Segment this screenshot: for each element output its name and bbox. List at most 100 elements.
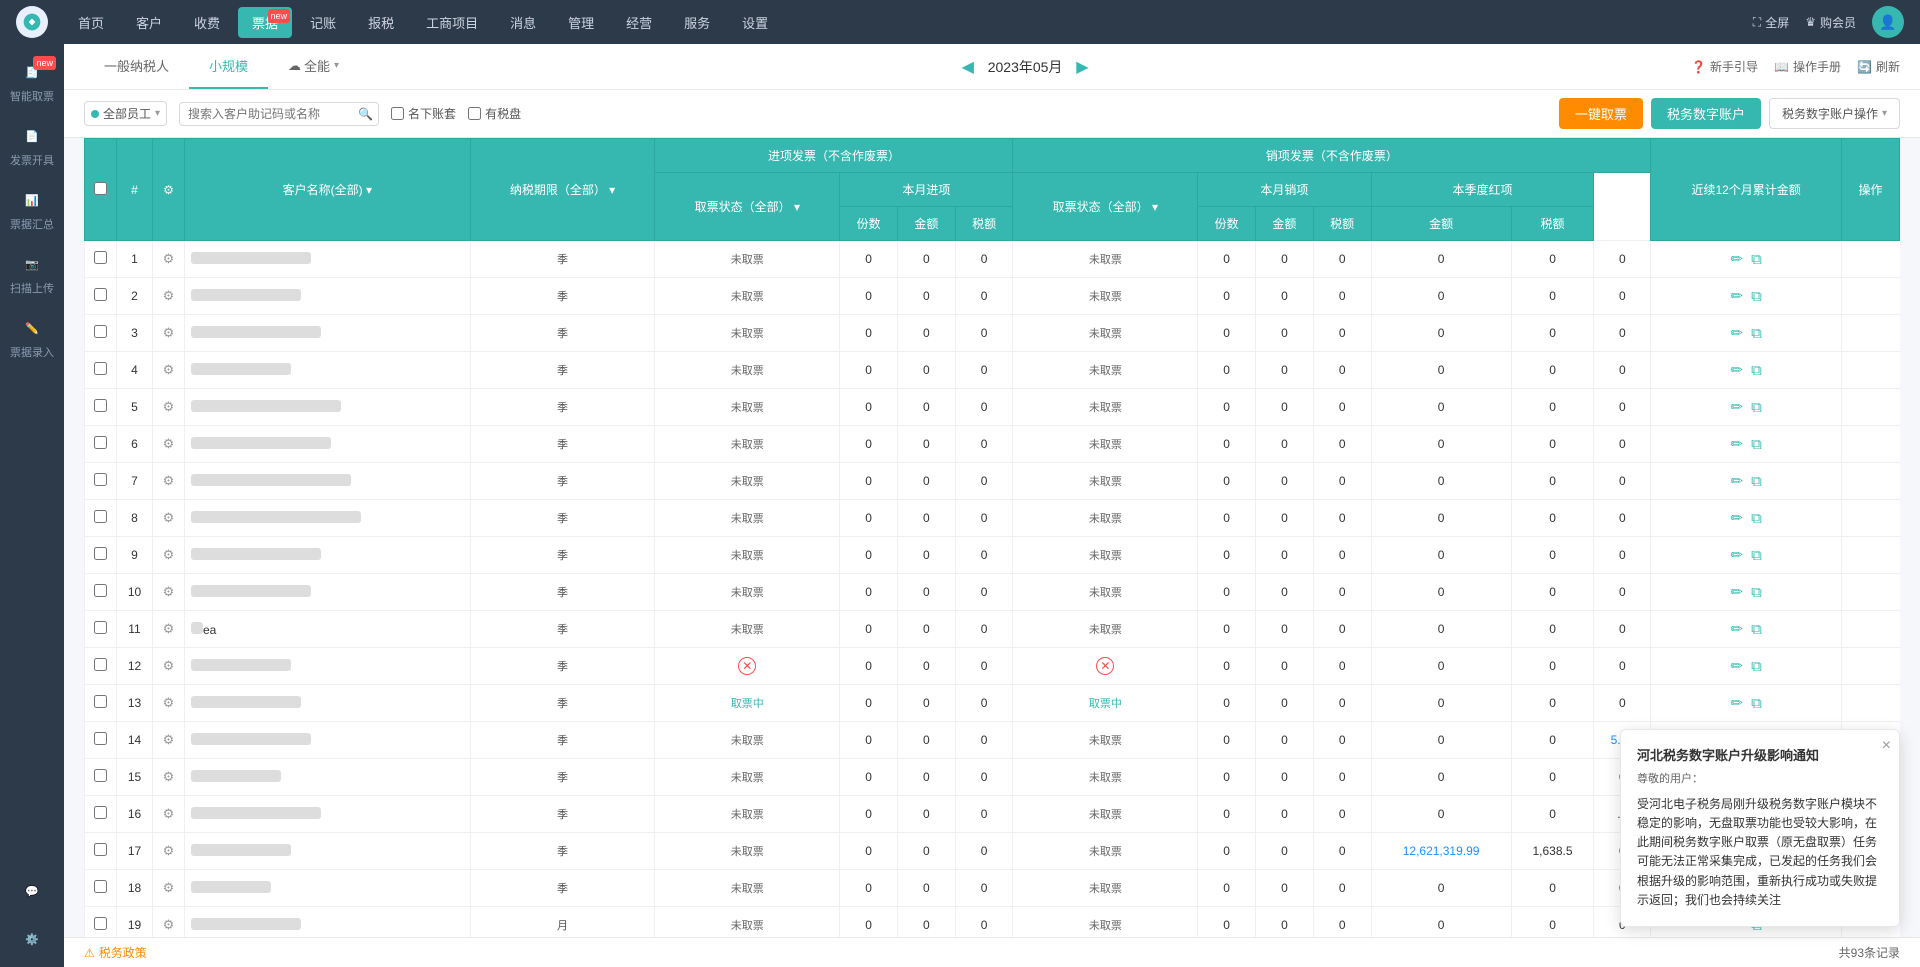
row-checkbox[interactable] bbox=[94, 732, 107, 745]
edit-btn[interactable]: ✏ bbox=[1728, 322, 1745, 344]
sidebar-item-scan-upload[interactable]: 📷 扫描上传 bbox=[4, 244, 60, 304]
search-icon[interactable]: 🔍 bbox=[358, 107, 373, 121]
edit-btn[interactable]: ✏ bbox=[1728, 507, 1745, 529]
nav-item-home[interactable]: 首页 bbox=[64, 7, 118, 38]
nav-item-settings[interactable]: 设置 bbox=[728, 7, 782, 38]
new-guide-btn[interactable]: ❓ 新手引导 bbox=[1691, 58, 1758, 75]
th-output-status[interactable]: 取票状态（全部） ▾ bbox=[1013, 173, 1198, 241]
copy-btn[interactable]: ⧉ bbox=[1749, 619, 1764, 640]
edit-btn[interactable]: ✏ bbox=[1728, 544, 1745, 566]
row-setting-icon[interactable]: ⚙ bbox=[163, 399, 175, 414]
nav-item-operation[interactable]: 经营 bbox=[612, 7, 666, 38]
nav-item-fee[interactable]: 收费 bbox=[180, 7, 234, 38]
row-checkbox[interactable] bbox=[94, 288, 107, 301]
fullscreen-btn[interactable]: ⛶ 全屏 bbox=[1753, 14, 1789, 31]
row-setting-icon[interactable]: ⚙ bbox=[163, 584, 175, 599]
row-checkbox[interactable] bbox=[94, 510, 107, 523]
refresh-btn[interactable]: 🔄 刷新 bbox=[1857, 58, 1900, 75]
copy-btn[interactable]: ⧉ bbox=[1749, 397, 1764, 418]
row-setting-icon[interactable]: ⚙ bbox=[163, 695, 175, 710]
th-client-name[interactable]: 客户名称(全部) ▾ bbox=[185, 139, 471, 241]
row-setting-icon[interactable]: ⚙ bbox=[163, 251, 175, 266]
row-checkbox[interactable] bbox=[94, 843, 107, 856]
nav-item-message[interactable]: 消息 bbox=[496, 7, 550, 38]
prev-month-btn[interactable]: ◀ bbox=[956, 55, 980, 79]
edit-btn[interactable]: ✏ bbox=[1728, 470, 1745, 492]
row-setting-icon[interactable]: ⚙ bbox=[163, 510, 175, 525]
copy-btn[interactable]: ⧉ bbox=[1749, 249, 1764, 270]
copy-btn[interactable]: ⧉ bbox=[1749, 323, 1764, 344]
row-setting-icon[interactable]: ⚙ bbox=[163, 880, 175, 895]
edit-btn[interactable]: ✏ bbox=[1728, 655, 1745, 677]
row-setting-icon[interactable]: ⚙ bbox=[163, 473, 175, 488]
notification-close-btn[interactable]: × bbox=[1882, 738, 1891, 754]
copy-btn[interactable]: ⧉ bbox=[1749, 582, 1764, 603]
row-checkbox[interactable] bbox=[94, 547, 107, 560]
select-all-checkbox[interactable] bbox=[94, 182, 107, 195]
row-checkbox[interactable] bbox=[94, 880, 107, 893]
row-checkbox[interactable] bbox=[94, 473, 107, 486]
nav-item-tax[interactable]: 报税 bbox=[354, 7, 408, 38]
row-checkbox[interactable] bbox=[94, 584, 107, 597]
row-checkbox[interactable] bbox=[94, 621, 107, 634]
tax-digital-btn[interactable]: 税务数字账户 bbox=[1651, 98, 1761, 129]
row-setting-icon[interactable]: ⚙ bbox=[163, 621, 175, 636]
copy-btn[interactable]: ⧉ bbox=[1749, 434, 1764, 455]
row-setting-icon[interactable]: ⚙ bbox=[163, 843, 175, 858]
row-checkbox[interactable] bbox=[94, 325, 107, 338]
sidebar-item-ticket-summary[interactable]: 📊 票据汇总 bbox=[4, 180, 60, 240]
output-status-error-icon[interactable]: ✕ bbox=[1096, 657, 1114, 675]
edit-btn[interactable]: ✏ bbox=[1728, 285, 1745, 307]
row-checkbox[interactable] bbox=[94, 806, 107, 819]
row-checkbox[interactable] bbox=[94, 362, 107, 375]
copy-btn[interactable]: ⧉ bbox=[1749, 360, 1764, 381]
nav-item-service[interactable]: 服务 bbox=[670, 7, 724, 38]
input-status-error-icon[interactable]: ✕ bbox=[738, 657, 756, 675]
user-avatar[interactable]: 👤 bbox=[1872, 6, 1904, 38]
search-input[interactable] bbox=[179, 102, 379, 126]
red-amount-link[interactable]: 12,621,319.99 bbox=[1403, 844, 1480, 858]
nav-item-bookkeeping[interactable]: 记账 bbox=[296, 7, 350, 38]
copy-btn[interactable]: ⧉ bbox=[1749, 545, 1764, 566]
row-setting-icon[interactable]: ⚙ bbox=[163, 288, 175, 303]
one-click-ticket-btn[interactable]: 一键取票 bbox=[1559, 98, 1643, 129]
row-setting-icon[interactable]: ⚙ bbox=[163, 325, 175, 340]
tax-policy-link[interactable]: ⚠ 税务政策 bbox=[84, 944, 147, 961]
employee-select[interactable]: 全部员工 ▾ bbox=[84, 101, 167, 126]
next-month-btn[interactable]: ▶ bbox=[1070, 55, 1094, 79]
row-setting-icon[interactable]: ⚙ bbox=[163, 732, 175, 747]
row-checkbox[interactable] bbox=[94, 769, 107, 782]
sub-tab-general[interactable]: 一般纳税人 bbox=[84, 44, 189, 89]
edit-btn[interactable]: ✏ bbox=[1728, 359, 1745, 381]
row-setting-icon[interactable]: ⚙ bbox=[163, 917, 175, 932]
row-setting-icon[interactable]: ⚙ bbox=[163, 806, 175, 821]
row-setting-icon[interactable]: ⚙ bbox=[163, 769, 175, 784]
row-checkbox[interactable] bbox=[94, 917, 107, 930]
account-checkbox-label[interactable]: 名下账套 bbox=[391, 105, 456, 122]
tax-disk-checkbox[interactable] bbox=[468, 107, 481, 120]
sidebar-item-smart-ticket[interactable]: 🧾 智能取票 new bbox=[4, 52, 60, 112]
row-checkbox[interactable] bbox=[94, 436, 107, 449]
copy-btn[interactable]: ⧉ bbox=[1749, 656, 1764, 677]
sub-tab-all[interactable]: ☁ 全能 ▾ bbox=[268, 44, 359, 89]
edit-btn[interactable]: ✏ bbox=[1728, 248, 1745, 270]
th-input-status[interactable]: 取票状态（全部） ▾ bbox=[655, 173, 840, 241]
row-checkbox[interactable] bbox=[94, 399, 107, 412]
row-checkbox[interactable] bbox=[94, 695, 107, 708]
row-checkbox[interactable] bbox=[94, 658, 107, 671]
edit-btn[interactable]: ✏ bbox=[1728, 581, 1745, 603]
row-setting-icon[interactable]: ⚙ bbox=[163, 362, 175, 377]
tax-digital-ops-btn[interactable]: 税务数字账户操作 ▾ bbox=[1769, 98, 1900, 129]
th-tax-period[interactable]: 纳税期限（全部） ▾ bbox=[470, 139, 655, 241]
nav-item-ticket[interactable]: 票据 new bbox=[238, 7, 292, 38]
tax-disk-checkbox-label[interactable]: 有税盘 bbox=[468, 105, 521, 122]
edit-btn[interactable]: ✏ bbox=[1728, 692, 1745, 714]
row-setting-icon[interactable]: ⚙ bbox=[163, 547, 175, 562]
row-setting-icon[interactable]: ⚙ bbox=[163, 436, 175, 451]
nav-item-business[interactable]: 工商项目 bbox=[412, 7, 492, 38]
sidebar-item-ticket-entry[interactable]: ✏️ 票据录入 bbox=[4, 308, 60, 368]
manual-btn[interactable]: 📖 操作手册 bbox=[1774, 58, 1841, 75]
row-setting-icon[interactable]: ⚙ bbox=[163, 658, 175, 673]
nav-item-client[interactable]: 客户 bbox=[122, 7, 176, 38]
nav-item-manage[interactable]: 管理 bbox=[554, 7, 608, 38]
